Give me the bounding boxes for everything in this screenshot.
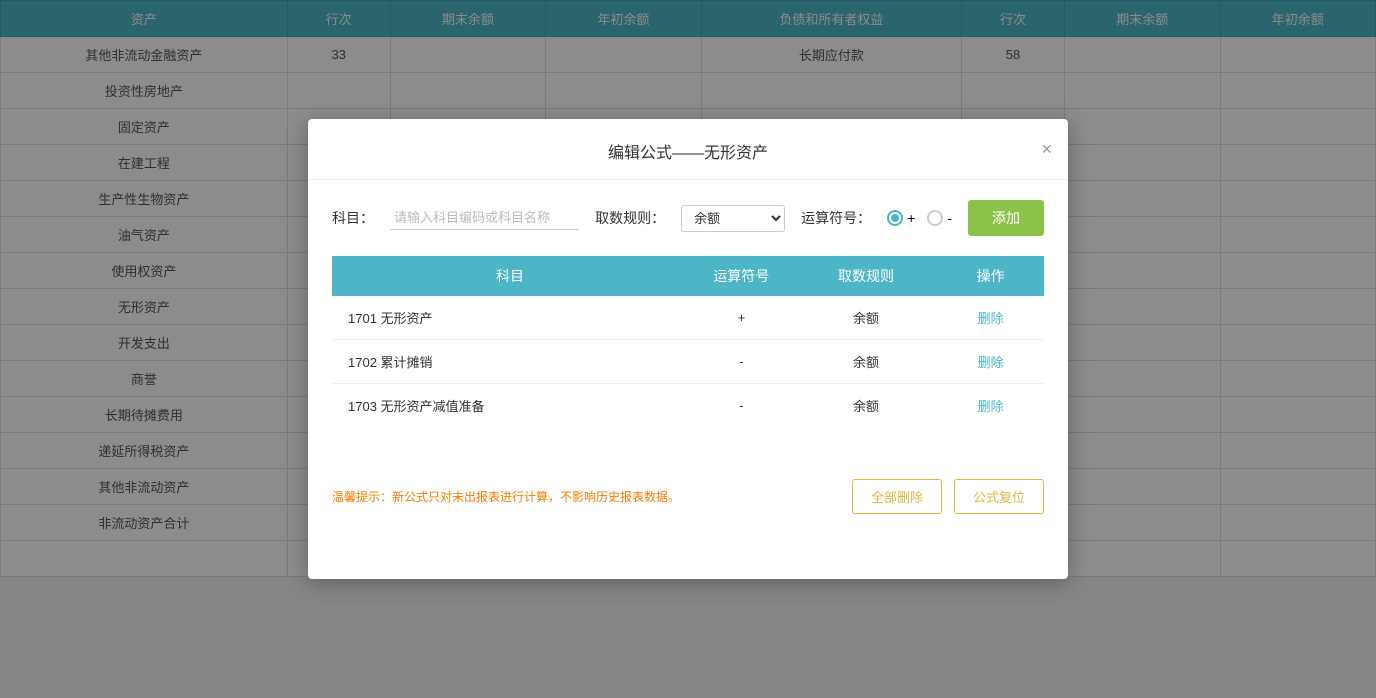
- table-row: 1702 累计摊销-余额 删除: [332, 340, 1044, 384]
- cell-action: 删除: [937, 384, 1044, 428]
- operator-label: 运算符号：: [801, 208, 871, 228]
- operator-radio-group: + -: [887, 210, 952, 226]
- rule-label: 取数规则：: [595, 208, 665, 228]
- radio-plus[interactable]: +: [887, 210, 915, 226]
- radio-plus-label: +: [907, 210, 915, 226]
- cell-rule: 余额: [795, 296, 937, 340]
- reset-formula-button[interactable]: 公式复位: [954, 479, 1044, 514]
- cell-rule: 余额: [795, 384, 937, 428]
- delete-row-button[interactable]: 删除: [978, 308, 1004, 327]
- subject-input[interactable]: [390, 206, 579, 230]
- cell-rule: 余额: [795, 340, 937, 384]
- form-row: 科目： 取数规则： 余额借方发生额贷方发生额期初余额 运算符号： +: [332, 200, 1044, 236]
- delete-row-button[interactable]: 删除: [978, 352, 1004, 371]
- delete-all-button[interactable]: 全部删除: [852, 479, 942, 514]
- modal-overlay: 编辑公式——无形资产 × 科目： 取数规则： 余额借方发生额贷方发生额期初余额 …: [0, 0, 1376, 698]
- modal-dialog: 编辑公式——无形资产 × 科目： 取数规则： 余额借方发生额贷方发生额期初余额 …: [308, 119, 1068, 579]
- modal-body: 科目： 取数规则： 余额借方发生额贷方发生额期初余额 运算符号： +: [308, 180, 1068, 467]
- cell-subject: 1701 无形资产: [332, 296, 688, 340]
- radio-minus-label: -: [947, 210, 952, 226]
- rule-select-wrap: 余额借方发生额贷方发生额期初余额: [681, 205, 785, 232]
- radio-minus[interactable]: -: [927, 210, 952, 226]
- table-header-cell: 科目: [332, 256, 688, 296]
- table-header-cell: 取数规则: [795, 256, 937, 296]
- formula-table: 科目运算符号取数规则操作 1701 无形资产+余额删除1702 累计摊销-余额删…: [332, 256, 1044, 427]
- cell-subject: 1703 无形资产减值准备: [332, 384, 688, 428]
- cell-action: 删除: [937, 340, 1044, 384]
- modal-footer: 温馨提示：新公式只对未出报表进行计算，不影响历史报表数据。 全部删除 公式复位: [308, 467, 1068, 534]
- table-header-cell: 操作: [937, 256, 1044, 296]
- footer-buttons: 全部删除 公式复位: [852, 479, 1044, 514]
- table-row: 1703 无形资产减值准备-余额 删除: [332, 384, 1044, 428]
- subject-label: 科目：: [332, 208, 374, 228]
- cell-action: 删除: [937, 296, 1044, 340]
- cell-subject: 1702 累计摊销: [332, 340, 688, 384]
- footer-tip: 温馨提示：新公式只对未出报表进行计算，不影响历史报表数据。: [332, 488, 680, 505]
- cell-operator: -: [688, 340, 795, 384]
- modal-header: 编辑公式——无形资产 ×: [308, 119, 1068, 180]
- modal-close-button[interactable]: ×: [1041, 140, 1052, 158]
- cell-operator: +: [688, 296, 795, 340]
- table-header-cell: 运算符号: [688, 256, 795, 296]
- delete-row-button[interactable]: 删除: [978, 396, 1004, 415]
- cell-operator: -: [688, 384, 795, 428]
- radio-plus-circle: [887, 210, 903, 226]
- table-row: 1701 无形资产+余额 删除: [332, 296, 1044, 340]
- table-header-row: 科目运算符号取数规则操作: [332, 256, 1044, 296]
- table-body: 1701 无形资产+余额删除1702 累计摊销-余额删除1703 无形资产减值准…: [332, 296, 1044, 427]
- radio-minus-circle: [927, 210, 943, 226]
- add-button[interactable]: 添加: [968, 200, 1044, 236]
- modal-title: 编辑公式——无形资产: [608, 145, 768, 162]
- page-wrapper: 资产行次期末余额年初余额负债和所有者权益行次期末余额年初余额 其他非流动金融资产…: [0, 0, 1376, 698]
- rule-select[interactable]: 余额借方发生额贷方发生额期初余额: [681, 205, 785, 232]
